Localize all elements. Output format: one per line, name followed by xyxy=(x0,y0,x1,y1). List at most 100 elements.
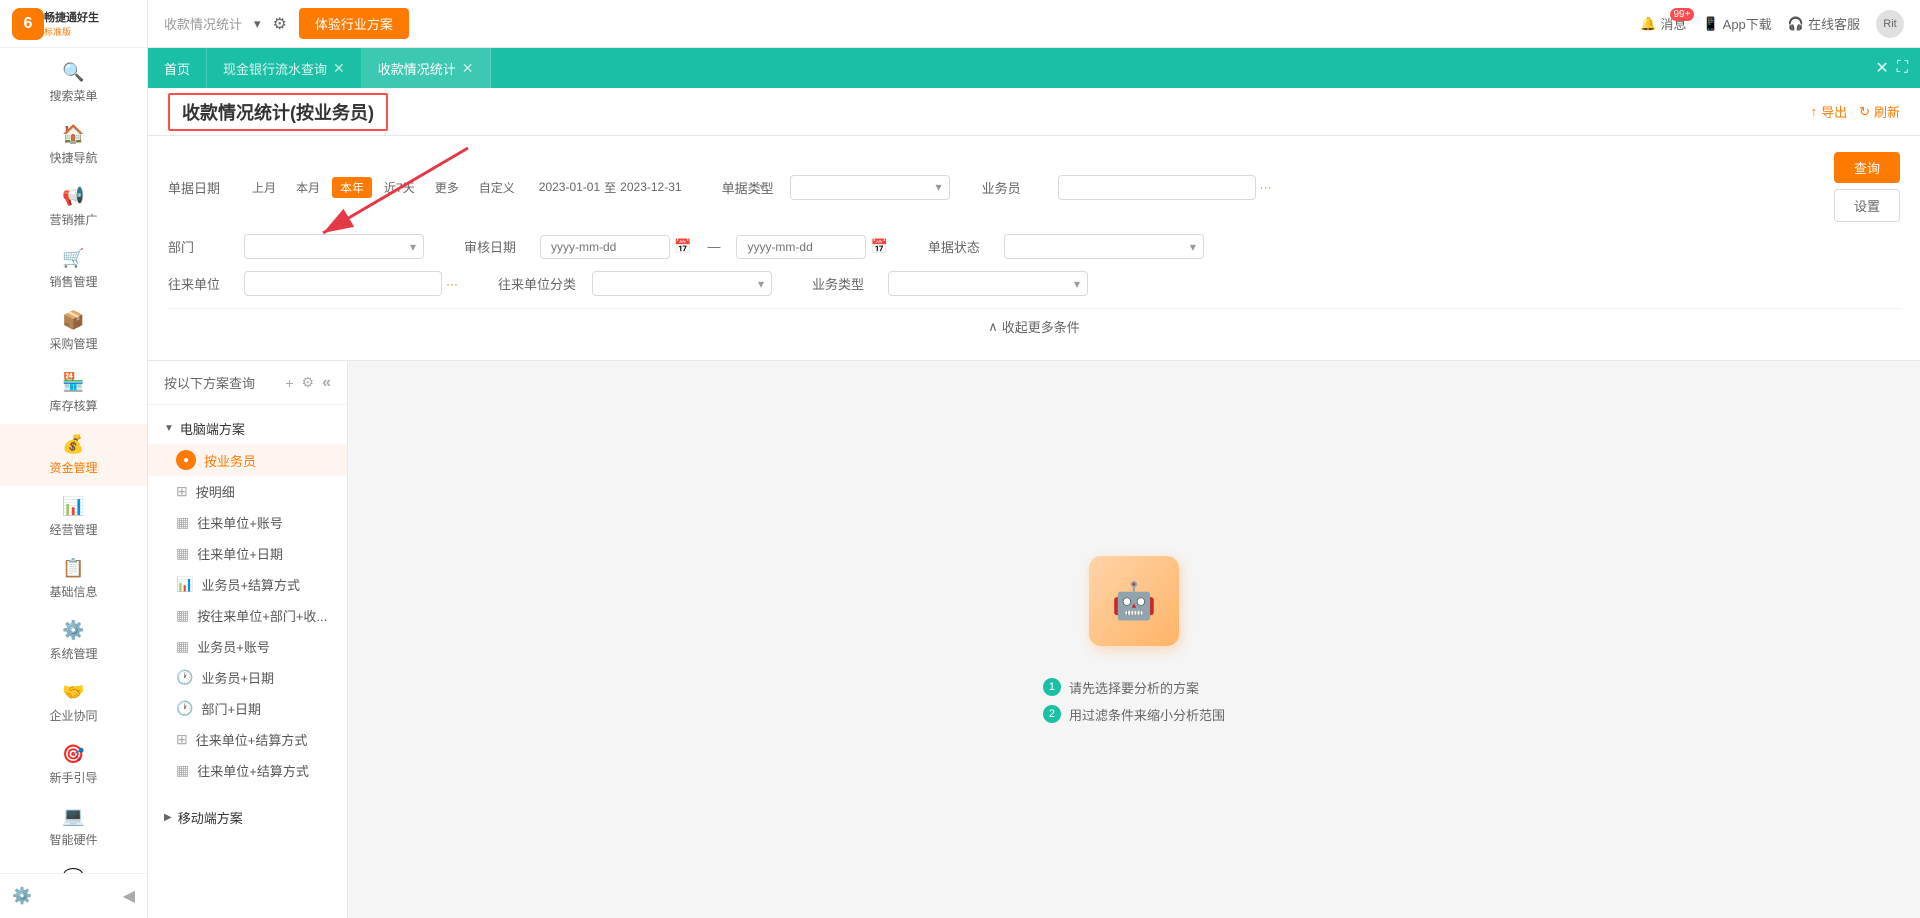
query-button[interactable]: 查询 xyxy=(1834,152,1900,183)
empty-step-1-label: 请先选择要分析的方案 xyxy=(1069,678,1199,697)
sidebar-item-guide[interactable]: 🎯 新手引导 xyxy=(0,734,147,796)
tree-item-partner-date[interactable]: ▦ 往来单位+日期 xyxy=(148,538,347,569)
tree-item-dept-date[interactable]: 🕐 部门+日期 xyxy=(148,693,347,724)
sidebar-item-finance[interactable]: 💰 资金管理 xyxy=(0,424,147,486)
date-tab-this-year[interactable]: 本年 xyxy=(332,177,372,198)
topbar-message[interactable]: 🔔 消息 99+ xyxy=(1640,14,1686,33)
date-tab-more[interactable]: 更多 xyxy=(427,177,467,198)
topbar-app-download[interactable]: 📱 App下载 xyxy=(1702,14,1771,33)
tree-item-salesperson-label: 按业务员 xyxy=(204,451,256,470)
app-logo-icon: 6 xyxy=(12,8,44,40)
partner-more-icon[interactable]: ··· xyxy=(446,277,458,291)
page-header: 收款情况统计(按业务员) ↑ 导出 ↻ 刷新 xyxy=(148,88,1920,136)
settings-button[interactable]: 设置 xyxy=(1834,189,1900,222)
tree-item-salesperson-date-label: 业务员+日期 xyxy=(201,668,274,687)
collapse-more-button[interactable]: ∧ 收起更多条件 xyxy=(168,308,1900,344)
panel-add-icon[interactable]: + xyxy=(285,375,293,391)
dept-select[interactable] xyxy=(244,234,424,259)
tree-item-salesperson[interactable]: ● 按业务员 xyxy=(148,444,347,476)
export-button[interactable]: ↑ 导出 xyxy=(1811,102,1848,121)
tree-item-partner-dept-collect[interactable]: ▦ 按往来单位+部门+收... xyxy=(148,600,347,631)
user-avatar[interactable]: Rit xyxy=(1876,10,1904,38)
salesperson-input[interactable] xyxy=(1058,175,1256,200)
tab-bank-close-icon[interactable]: ✕ xyxy=(333,61,345,75)
wechat-icon: 💬 xyxy=(62,868,84,873)
doc-status-dropdown[interactable] xyxy=(1004,234,1204,259)
type-dropdown[interactable] xyxy=(790,175,950,200)
date-tab-custom[interactable]: 自定义 xyxy=(471,177,523,198)
sidebar-item-operation[interactable]: 📊 经营管理 xyxy=(0,486,147,548)
date-tabs: 上月 本月 本年 近7天 更多 自定义 xyxy=(244,177,523,198)
mobile-section-arrow: ▶ xyxy=(164,812,172,823)
partner-cat-dropdown[interactable] xyxy=(592,271,772,296)
topbar-online-service[interactable]: 🎧 在线客服 xyxy=(1788,14,1860,33)
mobile-section-header[interactable]: ▶ 移动端方案 xyxy=(148,802,347,833)
tree-item-salesperson-settlement[interactable]: 📊 业务员+结算方式 xyxy=(148,569,347,600)
sidebar-item-inventory[interactable]: 🏪 库存核算 xyxy=(0,362,147,424)
sidebar-item-sales[interactable]: 🛒 销售管理 xyxy=(0,238,147,300)
sidebar-item-wechat[interactable]: 💬 企业微信 xyxy=(0,858,147,873)
panel-collapse-icon[interactable]: « xyxy=(322,374,331,392)
doc-status-select[interactable] xyxy=(1004,234,1204,259)
review-date-from-group: 📅 xyxy=(540,235,691,259)
partner-date-icon: ▦ xyxy=(176,545,189,562)
partner-cat-select[interactable] xyxy=(592,271,772,296)
trial-button[interactable]: 体验行业方案 xyxy=(299,8,409,39)
review-date-from[interactable] xyxy=(540,235,670,259)
desktop-section-header[interactable]: ▼ 电脑端方案 xyxy=(148,413,347,444)
tree-item-partner-settlement[interactable]: ⊞ 往来单位+结算方式 xyxy=(148,724,347,755)
sidebar-item-purchase[interactable]: 📦 采购管理 xyxy=(0,300,147,362)
tree-item-detail-label: 按明细 xyxy=(196,482,235,501)
sidebar-item-basic[interactable]: 📋 基础信息 xyxy=(0,548,147,610)
salesperson-account-icon: ▦ xyxy=(176,638,189,655)
sidebar-logo: 6 畅捷通好生 标准版 xyxy=(0,0,147,48)
tab-collect[interactable]: 收款情况统计 ✕ xyxy=(362,48,491,88)
tree-item-partner-account-label: 往来单位+账号 xyxy=(197,513,283,532)
tab-bank[interactable]: 现金银行流水查询 ✕ xyxy=(207,48,362,88)
sidebar-item-marketing[interactable]: 📢 营销推广 xyxy=(0,176,147,238)
search-icon: 🔍 xyxy=(62,62,84,83)
doc-status-label: 单据状态 xyxy=(928,237,988,256)
biz-type-select[interactable] xyxy=(888,271,1088,296)
date-tab-7days[interactable]: 近7天 xyxy=(376,177,423,198)
date-tab-this-month[interactable]: 本月 xyxy=(288,177,328,198)
tree-item-salesperson-account[interactable]: ▦ 业务员+账号 xyxy=(148,631,347,662)
tab-home[interactable]: 首页 xyxy=(148,48,207,88)
topbar-dropdown-icon[interactable]: ▾ xyxy=(254,16,261,32)
sidebar-item-system[interactable]: ⚙️ 系统管理 xyxy=(0,610,147,672)
sidebar-item-hardware[interactable]: 💻 智能硬件 xyxy=(0,796,147,858)
sidebar-item-enterprise[interactable]: 🤝 企业协同 xyxy=(0,672,147,734)
refresh-icon: ↻ xyxy=(1859,104,1870,120)
sidebar-nav: 🔍 搜索菜单 🏠 快捷导航 📢 营销推广 🛒 销售管理 📦 采购管理 🏪 库存核… xyxy=(0,48,147,873)
tab-maximize-icon[interactable]: ⛶ xyxy=(1897,59,1908,77)
calendar-to-icon[interactable]: 📅 xyxy=(870,238,887,255)
salesperson-more-icon[interactable]: ··· xyxy=(1260,180,1272,194)
tree-item-detail[interactable]: ⊞ 按明细 xyxy=(148,476,347,507)
tree-item-salesperson-date[interactable]: 🕐 业务员+日期 xyxy=(148,662,347,693)
panel-settings-icon[interactable]: ⚙ xyxy=(302,374,315,391)
basic-icon: 📋 xyxy=(62,558,84,579)
date-tab-last-month[interactable]: 上月 xyxy=(244,177,284,198)
calendar-from-icon[interactable]: 📅 xyxy=(674,238,691,255)
sidebar-collapse-icon[interactable]: ◀‍ xyxy=(123,886,135,906)
tab-collect-close-icon[interactable]: ✕ xyxy=(462,61,474,75)
tab-close-all-icon[interactable]: ✕ xyxy=(1875,58,1888,78)
partner-input[interactable] xyxy=(244,271,442,296)
sidebar-item-search[interactable]: 🔍 搜索菜单 xyxy=(0,52,147,114)
type-select[interactable] xyxy=(790,175,950,200)
review-date-to[interactable] xyxy=(736,235,866,259)
sidebar-item-quick-nav[interactable]: 🏠 快捷导航 xyxy=(0,114,147,176)
sidebar-settings-icon[interactable]: ⚙️ xyxy=(12,886,32,906)
sidebar-label-purchase: 采购管理 xyxy=(49,335,97,352)
dept-dropdown[interactable] xyxy=(244,234,424,259)
message-icon: 🔔 xyxy=(1640,16,1656,32)
tree-item-partner-account[interactable]: ▦ 往来单位+账号 xyxy=(148,507,347,538)
partner-account-icon: ▦ xyxy=(176,514,189,531)
refresh-button[interactable]: ↻ 刷新 xyxy=(1859,102,1900,121)
operation-icon: 📊 xyxy=(62,496,84,517)
biz-type-dropdown[interactable] xyxy=(888,271,1088,296)
tree-item-salesperson-settlement-label: 业务员+结算方式 xyxy=(201,575,300,594)
topbar-settings-icon[interactable]: ⚙ xyxy=(273,14,287,34)
topbar-breadcrumb: 收款情况统计 xyxy=(164,14,242,33)
tree-item-partner-settlement2[interactable]: ▦ 往来单位+结算方式 xyxy=(148,755,347,786)
